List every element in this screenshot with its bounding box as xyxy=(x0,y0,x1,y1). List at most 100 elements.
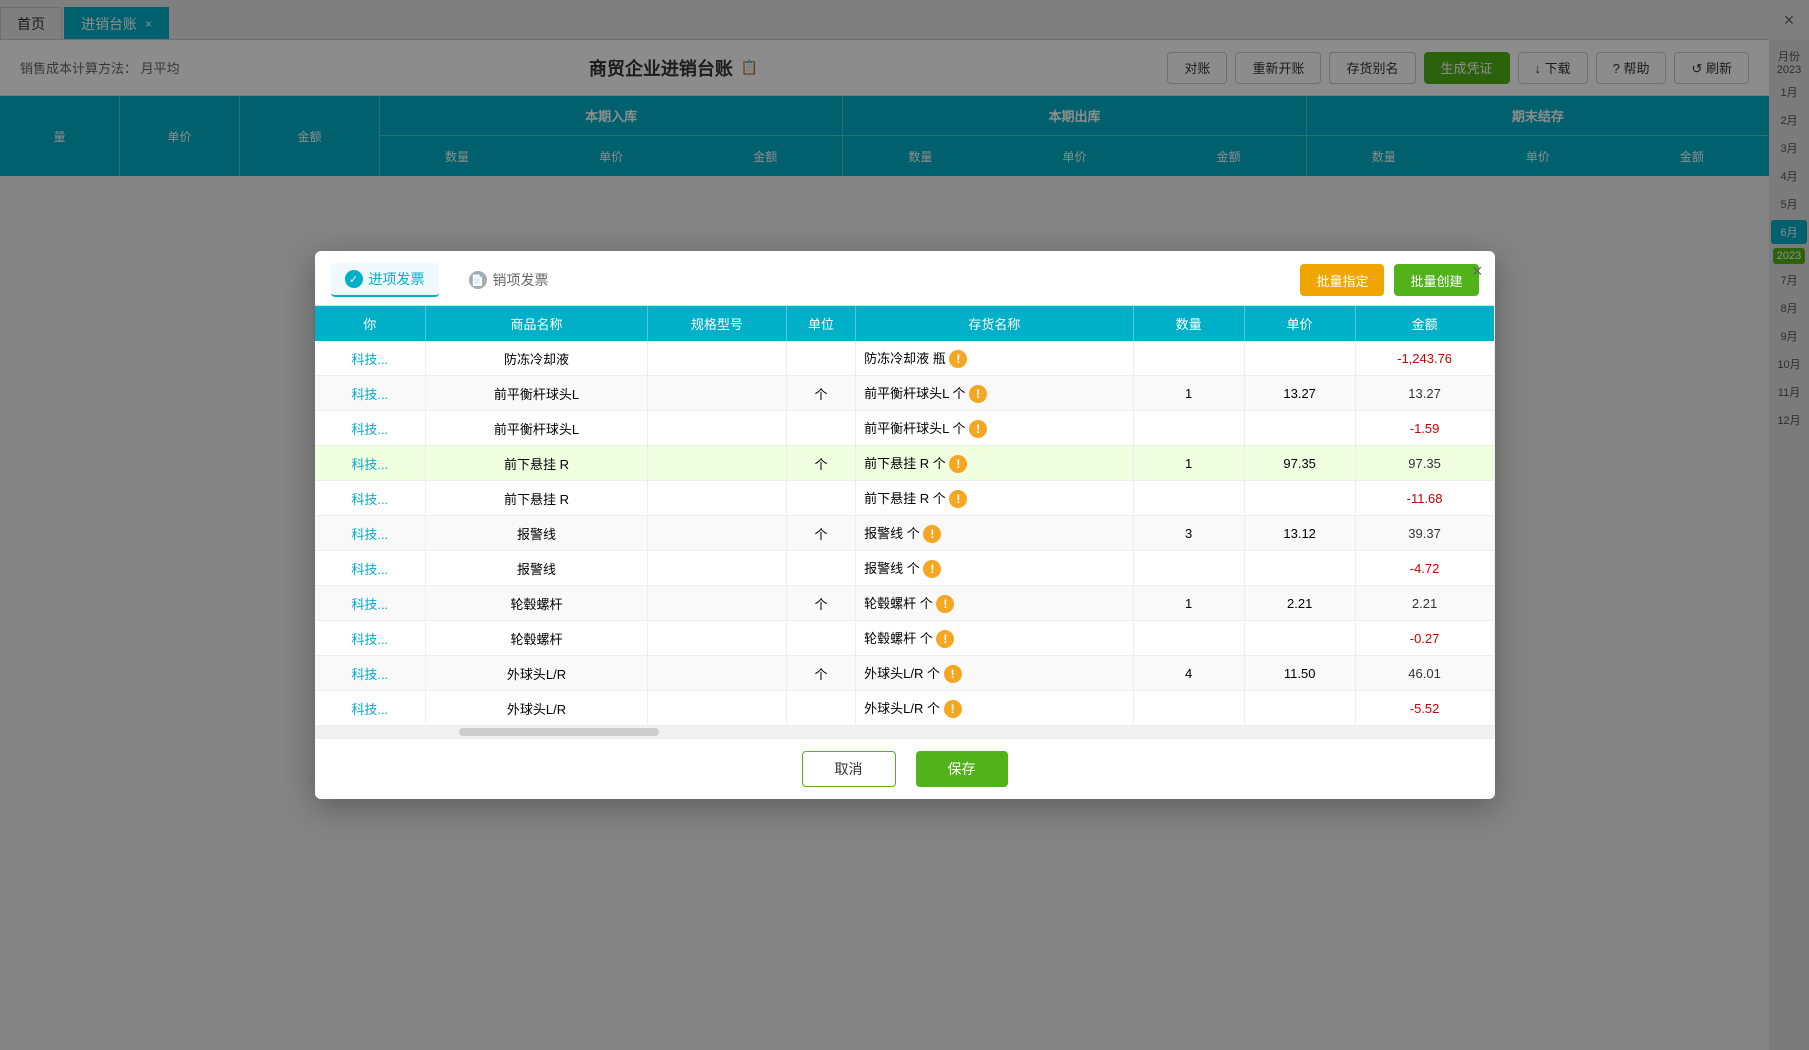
cell-unit xyxy=(786,411,855,446)
tab-sales-invoice[interactable]: 📄 销项发票 xyxy=(455,264,563,296)
cell-amount: 46.01 xyxy=(1355,656,1494,691)
modal-header: ✓ 进项发票 📄 销项发票 批量指定 批量创建 × xyxy=(315,251,1495,306)
table-row: 科技... 前下悬挂 R 前下悬挂 R 个 ! -11.68 xyxy=(315,481,1495,516)
cell-spec xyxy=(648,446,787,481)
cell-amount: 97.35 xyxy=(1355,446,1494,481)
save-button[interactable]: 保存 xyxy=(916,751,1008,787)
cell-qty xyxy=(1133,621,1244,656)
cell-stock: 前下悬挂 R 个 ! xyxy=(856,446,1134,481)
cell-unit xyxy=(786,341,855,376)
cell-stock: 外球头L/R 个 ! xyxy=(856,691,1134,726)
purchase-invoice-icon: ✓ xyxy=(345,270,363,288)
warning-icon: ! xyxy=(949,455,967,473)
cell-price: 11.50 xyxy=(1244,656,1355,691)
table-row: 科技... 前平衡杆球头L 个 前平衡杆球头L 个 ! 1 13.27 13.2… xyxy=(315,376,1495,411)
cell-unit: 个 xyxy=(786,446,855,481)
modal-table-container[interactable]: 你 商品名称 规格型号 单位 存货名称 数量 单价 金额 科技... 防冻冷却液… xyxy=(315,306,1495,726)
table-row: 科技... 轮毂螺杆 个 轮毂螺杆 个 ! 1 2.21 2.21 xyxy=(315,586,1495,621)
cell-amount: -5.52 xyxy=(1355,691,1494,726)
cell-stock: 前平衡杆球头L 个 ! xyxy=(856,411,1134,446)
cell-price: 97.35 xyxy=(1244,446,1355,481)
scroll-thumb[interactable] xyxy=(459,728,659,736)
cell-product: 报警线 xyxy=(426,551,648,586)
cell-amount: -4.72 xyxy=(1355,551,1494,586)
invoice-table: 你 商品名称 规格型号 单位 存货名称 数量 单价 金额 科技... 防冻冷却液… xyxy=(315,306,1495,726)
cell-qty: 4 xyxy=(1133,656,1244,691)
cell-stock: 防冻冷却液 瓶 ! xyxy=(856,341,1134,376)
warning-icon: ! xyxy=(923,525,941,543)
cell-company: 科技... xyxy=(315,551,426,586)
batch-assign-button[interactable]: 批量指定 xyxy=(1300,264,1384,296)
cell-qty xyxy=(1133,341,1244,376)
cell-product: 前下悬挂 R xyxy=(426,446,648,481)
cell-unit xyxy=(786,481,855,516)
table-row: 科技... 报警线 个 报警线 个 ! 3 13.12 39.37 xyxy=(315,516,1495,551)
col-company: 你 xyxy=(315,306,426,341)
horizontal-scrollbar[interactable] xyxy=(315,726,1495,738)
col-price: 单价 xyxy=(1244,306,1355,341)
modal-close-button[interactable]: × xyxy=(1472,261,1483,282)
cell-spec xyxy=(648,341,787,376)
cancel-button[interactable]: 取消 xyxy=(802,751,896,787)
cell-unit xyxy=(786,551,855,586)
cell-price: 2.21 xyxy=(1244,586,1355,621)
purchase-invoice-label: 进项发票 xyxy=(369,269,425,289)
cell-company: 科技... xyxy=(315,691,426,726)
modal-dialog: ✓ 进项发票 📄 销项发票 批量指定 批量创建 × 你 商品名称 规格型号 xyxy=(315,251,1495,799)
cell-company: 科技... xyxy=(315,656,426,691)
cell-company: 科技... xyxy=(315,516,426,551)
cell-unit xyxy=(786,691,855,726)
warning-icon: ! xyxy=(936,630,954,648)
col-stock-name: 存货名称 xyxy=(856,306,1134,341)
cell-company: 科技... xyxy=(315,411,426,446)
warning-icon: ! xyxy=(949,350,967,368)
cell-product: 防冻冷却液 xyxy=(426,341,648,376)
cell-qty xyxy=(1133,551,1244,586)
cell-company: 科技... xyxy=(315,621,426,656)
cell-spec xyxy=(648,586,787,621)
warning-icon: ! xyxy=(969,420,987,438)
cell-stock: 前平衡杆球头L 个 ! xyxy=(856,376,1134,411)
cell-amount: -1.59 xyxy=(1355,411,1494,446)
cell-company: 科技... xyxy=(315,446,426,481)
cell-product: 外球头L/R xyxy=(426,691,648,726)
table-row: 科技... 外球头L/R 外球头L/R 个 ! -5.52 xyxy=(315,691,1495,726)
cell-stock: 报警线 个 ! xyxy=(856,516,1134,551)
cell-company: 科技... xyxy=(315,376,426,411)
cell-amount: 39.37 xyxy=(1355,516,1494,551)
warning-icon: ! xyxy=(944,700,962,718)
tab-purchase-invoice[interactable]: ✓ 进项发票 xyxy=(331,263,439,297)
col-spec: 规格型号 xyxy=(648,306,787,341)
modal-header-actions: 批量指定 批量创建 xyxy=(1300,264,1478,296)
cell-stock: 外球头L/R 个 ! xyxy=(856,656,1134,691)
table-row: 科技... 前平衡杆球头L 前平衡杆球头L 个 ! -1.59 xyxy=(315,411,1495,446)
cell-product: 前平衡杆球头L xyxy=(426,411,648,446)
cell-price: 13.12 xyxy=(1244,516,1355,551)
cell-qty xyxy=(1133,481,1244,516)
batch-create-button[interactable]: 批量创建 xyxy=(1394,264,1478,296)
warning-icon: ! xyxy=(923,560,941,578)
cell-qty: 1 xyxy=(1133,376,1244,411)
cell-spec xyxy=(648,516,787,551)
cell-qty: 3 xyxy=(1133,516,1244,551)
warning-icon: ! xyxy=(969,385,987,403)
table-row: 科技... 前下悬挂 R 个 前下悬挂 R 个 ! 1 97.35 97.35 xyxy=(315,446,1495,481)
cell-product: 前平衡杆球头L xyxy=(426,376,648,411)
cell-price: 13.27 xyxy=(1244,376,1355,411)
cell-price xyxy=(1244,481,1355,516)
cell-amount: 2.21 xyxy=(1355,586,1494,621)
cell-qty xyxy=(1133,411,1244,446)
cell-amount: -0.27 xyxy=(1355,621,1494,656)
cell-stock: 轮毂螺杆 个 ! xyxy=(856,621,1134,656)
table-row: 科技... 外球头L/R 个 外球头L/R 个 ! 4 11.50 46.01 xyxy=(315,656,1495,691)
cell-unit: 个 xyxy=(786,516,855,551)
warning-icon: ! xyxy=(936,595,954,613)
warning-icon: ! xyxy=(949,490,967,508)
sales-invoice-label: 销项发票 xyxy=(493,270,549,290)
cell-product: 外球头L/R xyxy=(426,656,648,691)
table-row: 科技... 轮毂螺杆 轮毂螺杆 个 ! -0.27 xyxy=(315,621,1495,656)
col-unit: 单位 xyxy=(786,306,855,341)
cell-price xyxy=(1244,411,1355,446)
modal-footer: 取消 保存 xyxy=(315,738,1495,799)
cell-amount: -1,243.76 xyxy=(1355,341,1494,376)
